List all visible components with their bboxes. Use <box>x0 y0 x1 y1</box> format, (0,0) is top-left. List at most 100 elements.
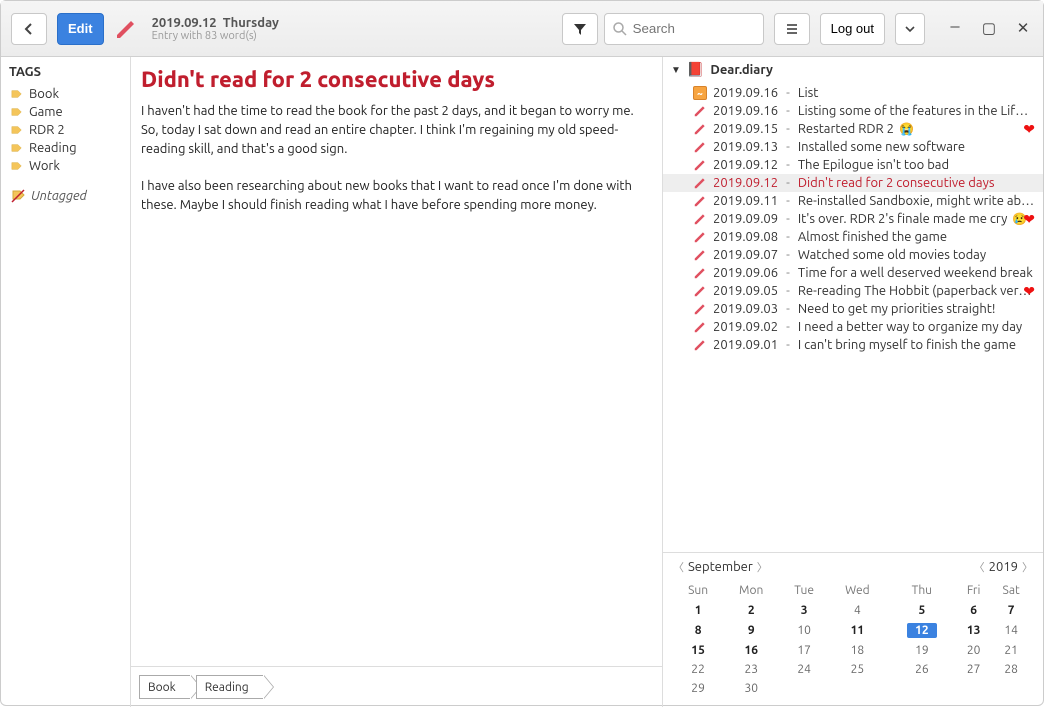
chevron-left-icon[interactable]: 〈 <box>974 559 985 575</box>
pencil-icon <box>693 248 707 262</box>
calendar-day <box>888 680 956 697</box>
tag-chip[interactable]: Reading <box>196 675 263 699</box>
pencil-icon <box>693 194 707 208</box>
year-nav[interactable]: 〈 2019 〉 <box>974 559 1033 575</box>
entry-row[interactable]: 2019.09.05-Re-reading The Hobbit (paperb… <box>663 282 1043 300</box>
calendar-day[interactable]: 28 <box>991 661 1031 678</box>
tags-heading: TAGS <box>7 65 124 79</box>
calendar-day[interactable]: 8 <box>675 621 721 640</box>
tag-icon <box>11 87 23 101</box>
entry-title: It's over. RDR 2's finale made me cry 😢 <box>798 212 1035 226</box>
entry-row[interactable]: 2019.09.16-Listing some of the features … <box>663 102 1043 120</box>
calendar-grid[interactable]: SunMonTueWedThuFriSat 123456789101112131… <box>673 579 1033 699</box>
entry-date: 2019.09.12 <box>713 176 778 190</box>
entry-row[interactable]: 2019.09.07-Watched some old movies today <box>663 246 1043 264</box>
entry-date: 2019.09.11 <box>713 194 778 208</box>
calendar-day[interactable]: 22 <box>675 661 721 678</box>
entry-title[interactable]: Didn't read for 2 consecutive days <box>131 57 662 98</box>
calendar-day[interactable]: 11 <box>829 621 886 640</box>
tag-icon <box>11 105 23 119</box>
entry-row[interactable]: 2019.09.03-Need to get my priorities str… <box>663 300 1043 318</box>
entry-date: 2019.09.08 <box>713 230 778 244</box>
chevron-left-icon[interactable]: 〈 <box>673 559 684 575</box>
calendar-day[interactable]: 2 <box>723 602 779 619</box>
calendar-day[interactable]: 24 <box>781 661 827 678</box>
heart-icon: ❤ <box>1023 283 1035 300</box>
chevron-right-icon[interactable]: 〉 <box>1022 559 1033 575</box>
diary-name: Dear.diary <box>710 63 773 77</box>
calendar-day[interactable]: 13 <box>958 621 989 640</box>
entry-row[interactable]: 2019.09.11-Re-installed Sandboxie, might… <box>663 192 1043 210</box>
calendar-day[interactable]: 18 <box>829 642 886 659</box>
entry-tags-bar: BookReading <box>131 666 662 707</box>
entry-list[interactable]: ~2019.09.16-List2019.09.16-Listing some … <box>663 82 1043 552</box>
entry-date: 2019.09.02 <box>713 320 778 334</box>
entry-row[interactable]: 2019.09.02-I need a better way to organi… <box>663 318 1043 336</box>
calendar-day <box>829 680 886 697</box>
calendar-day[interactable]: 26 <box>888 661 956 678</box>
calendar-day[interactable]: 14 <box>991 621 1031 640</box>
diary-header[interactable]: ▼ 📕 Dear.diary <box>663 57 1043 82</box>
entry-date: 2019.09.06 <box>713 266 778 280</box>
calendar-day[interactable]: 4 <box>829 602 886 619</box>
tag-item[interactable]: RDR 2 <box>7 121 124 139</box>
tag-item[interactable]: Book <box>7 85 124 103</box>
window-maximize[interactable]: ▢ <box>979 19 999 38</box>
pencil-icon <box>693 158 707 172</box>
calendar-day[interactable]: 25 <box>829 661 886 678</box>
entry-date: 2019.09.09 <box>713 212 778 226</box>
filter-button[interactable] <box>562 13 598 45</box>
calendar-day[interactable]: 30 <box>723 680 779 697</box>
heart-icon: ❤ <box>1023 211 1035 228</box>
entry-body[interactable]: I haven't had the time to read the book … <box>131 98 662 666</box>
calendar-day[interactable]: 29 <box>675 680 721 697</box>
calendar-day[interactable]: 23 <box>723 661 779 678</box>
calendar-day[interactable]: 21 <box>991 642 1031 659</box>
calendar-day[interactable]: 6 <box>958 602 989 619</box>
back-button[interactable] <box>11 13 47 45</box>
entry-row[interactable]: 2019.09.15-Restarted RDR 2 😭❤ <box>663 120 1043 138</box>
entry-title: Almost finished the game <box>798 230 1035 244</box>
logout-dropdown[interactable] <box>895 13 925 45</box>
tag-item[interactable]: Game <box>7 103 124 121</box>
calendar-day[interactable]: 10 <box>781 621 827 640</box>
calendar-day[interactable]: 27 <box>958 661 989 678</box>
entry-title: List <box>798 86 1035 100</box>
window-minimize[interactable]: — <box>945 19 965 38</box>
calendar-day[interactable]: 3 <box>781 602 827 619</box>
untagged-filter[interactable]: Untagged <box>7 187 124 205</box>
calendar-day[interactable]: 5 <box>888 602 956 619</box>
calendar-day[interactable]: 12 <box>888 621 956 640</box>
calendar-day[interactable]: 17 <box>781 642 827 659</box>
search-input[interactable] <box>604 13 764 45</box>
header-subtitle: Entry with 83 word(s) <box>152 30 279 42</box>
entry-row[interactable]: ~2019.09.16-List <box>663 84 1043 102</box>
logout-button[interactable]: Log out <box>820 13 885 45</box>
entry-row[interactable]: 2019.09.08-Almost finished the game <box>663 228 1043 246</box>
entry-row[interactable]: 2019.09.01-I can't bring myself to finis… <box>663 336 1043 354</box>
calendar-day[interactable]: 9 <box>723 621 779 640</box>
tag-item[interactable]: Work <box>7 157 124 175</box>
entry-row[interactable]: 2019.09.13-Installed some new software <box>663 138 1043 156</box>
month-nav[interactable]: 〈 September 〉 <box>673 559 768 575</box>
calendar-day[interactable]: 7 <box>991 602 1031 619</box>
tag-chip[interactable]: Book <box>139 675 190 699</box>
heart-icon: ❤ <box>1023 121 1035 138</box>
chevron-right-icon[interactable]: 〉 <box>757 559 768 575</box>
edit-button[interactable]: Edit <box>57 13 104 45</box>
calendar-day[interactable]: 20 <box>958 642 989 659</box>
calendar-day[interactable]: 1 <box>675 602 721 619</box>
window-close[interactable]: ✕ <box>1013 19 1033 38</box>
entry-row[interactable]: 2019.09.12-Didn't read for 2 consecutive… <box>663 174 1043 192</box>
calendar-day[interactable]: 16 <box>723 642 779 659</box>
toolbar: Edit 2019.09.12 Thursday Entry with 83 w… <box>1 1 1043 57</box>
calendar-day[interactable]: 15 <box>675 642 721 659</box>
entry-title: Need to get my priorities straight! <box>798 302 1035 316</box>
entry-row[interactable]: 2019.09.12-The Epilogue isn't too bad <box>663 156 1043 174</box>
tag-item[interactable]: Reading <box>7 139 124 157</box>
calendar-day[interactable]: 19 <box>888 642 956 659</box>
tree-toggle-icon[interactable]: ▼ <box>671 64 681 76</box>
menu-button[interactable] <box>774 13 810 45</box>
entry-row[interactable]: 2019.09.09-It's over. RDR 2's finale mad… <box>663 210 1043 228</box>
entry-row[interactable]: 2019.09.06-Time for a well deserved week… <box>663 264 1043 282</box>
